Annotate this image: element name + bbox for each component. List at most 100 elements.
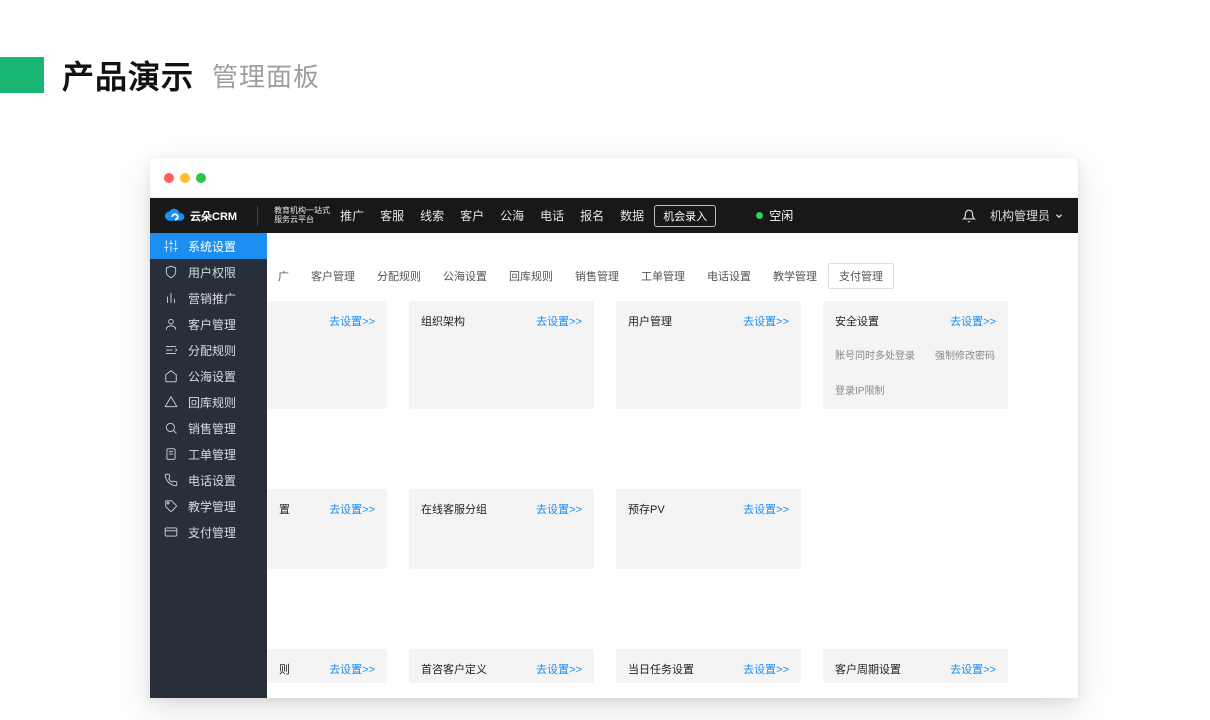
- settings-card: 组织架构去设置>>: [409, 301, 594, 409]
- settings-card: 用户管理 去设置>>: [616, 301, 801, 409]
- sidebar-item-phone[interactable]: 电话设置: [150, 467, 267, 493]
- nav-item[interactable]: 客服: [380, 207, 404, 224]
- settings-card: 首咨客户定义 去设置>>: [409, 649, 594, 683]
- settings-card: 在线客服分组 去设置>>: [409, 489, 594, 569]
- sidebar-item-doc[interactable]: 工单管理: [150, 441, 267, 467]
- minimize-window-button[interactable]: [180, 173, 190, 183]
- chart-icon: [164, 291, 178, 305]
- sidebar-item-label: 教学管理: [188, 498, 236, 515]
- sidebar-item-label: 回库规则: [188, 394, 236, 411]
- settings-card: 置去设置>>: [267, 489, 387, 569]
- maximize-window-button[interactable]: [196, 173, 206, 183]
- sidebar-item-label: 支付管理: [188, 524, 236, 541]
- tab-item[interactable]: 回库规则: [498, 263, 564, 289]
- tab-item[interactable]: 工单管理: [630, 263, 696, 289]
- cards-area: 去设置>>组织架构去设置>>用户管理去设置>>安全设置去设置>>账号同时多处登录…: [267, 301, 1078, 683]
- sidebar: 系统设置用户权限营销推广客户管理分配规则公海设置回库规则销售管理工单管理电话设置…: [150, 233, 267, 698]
- sliders-icon: [164, 239, 178, 253]
- brand-tagline: 教育机构一站式服务云平台: [274, 207, 330, 225]
- nav-item[interactable]: 公海: [500, 207, 524, 224]
- tabs: 广客户管理分配规则公海设置回库规则销售管理工单管理电话设置教学管理支付管理: [267, 233, 1078, 301]
- search-icon: [164, 421, 178, 435]
- card-icon: [164, 525, 178, 539]
- card-title: 在线客服分组: [421, 501, 487, 517]
- tab-item[interactable]: 分配规则: [366, 263, 432, 289]
- status-label: 空闲: [769, 207, 793, 224]
- sidebar-item-chart[interactable]: 营销推广: [150, 285, 267, 311]
- card-title: 则: [279, 661, 290, 677]
- app-window: 云朵CRM 教育机构一站式服务云平台 推广 客服 线索 客户 公海 电话 报名 …: [150, 158, 1078, 698]
- sidebar-item-shield[interactable]: 用户权限: [150, 259, 267, 285]
- sidebar-item-tag[interactable]: 教学管理: [150, 493, 267, 519]
- tab-item[interactable]: 销售管理: [564, 263, 630, 289]
- shield-icon: [164, 265, 178, 279]
- settings-card: 安全设置 去设置>> 账号同时多处登录强制修改密码登录IP限制: [823, 301, 1008, 409]
- sidebar-item-label: 公海设置: [188, 368, 236, 385]
- sidebar-item-label: 营销推广: [188, 290, 236, 307]
- user-label: 机构管理员: [990, 207, 1050, 224]
- go-settings-link[interactable]: 去设置>>: [950, 661, 996, 677]
- tab-item[interactable]: 公海设置: [432, 263, 498, 289]
- nav-item[interactable]: 报名: [580, 207, 604, 224]
- sidebar-item-label: 销售管理: [188, 420, 236, 437]
- status-dot-icon: [756, 212, 763, 219]
- tab-item[interactable]: 客户管理: [300, 263, 366, 289]
- go-settings-link[interactable]: 去设置>>: [743, 501, 789, 517]
- bell-icon[interactable]: [962, 209, 976, 223]
- nav-item[interactable]: 数据: [620, 207, 644, 224]
- go-settings-link[interactable]: 去设置>>: [743, 313, 789, 329]
- settings-card: 去设置>>: [267, 301, 387, 409]
- sidebar-item-user[interactable]: 客户管理: [150, 311, 267, 337]
- go-settings-link[interactable]: 去设置>>: [329, 661, 375, 677]
- nav-item[interactable]: 客户: [460, 207, 484, 224]
- go-settings-link[interactable]: 去设置>>: [950, 313, 996, 329]
- tag-icon: [164, 499, 178, 513]
- cards-row: 去设置>>组织架构去设置>>用户管理去设置>>安全设置去设置>>账号同时多处登录…: [267, 301, 1078, 409]
- topbar-nav: 推广 客服 线索 客户 公海 电话 报名 数据: [340, 207, 644, 224]
- go-settings-link[interactable]: 去设置>>: [743, 661, 789, 677]
- phone-icon: [164, 473, 178, 487]
- tab-item[interactable]: 广: [267, 263, 300, 289]
- close-window-button[interactable]: [164, 173, 174, 183]
- settings-card: 预存PV 去设置>>: [616, 489, 801, 569]
- card-title: 预存PV: [628, 501, 665, 517]
- sidebar-item-label: 电话设置: [188, 472, 236, 489]
- user-menu[interactable]: 机构管理员: [990, 207, 1064, 224]
- go-settings-link[interactable]: 去设置>>: [536, 501, 582, 517]
- doc-icon: [164, 447, 178, 461]
- record-entry-button[interactable]: 机会录入: [654, 205, 716, 227]
- go-settings-link[interactable]: 去设置>>: [329, 313, 375, 329]
- card-title: 当日任务设置: [628, 661, 694, 677]
- nav-item[interactable]: 线索: [420, 207, 444, 224]
- sidebar-item-label: 客户管理: [188, 316, 236, 333]
- sidebar-item-card[interactable]: 支付管理: [150, 519, 267, 545]
- go-settings-link[interactable]: 去设置>>: [329, 501, 375, 517]
- nav-item[interactable]: 推广: [340, 207, 364, 224]
- cloud-icon: [164, 206, 186, 226]
- page-subtitle: 管理面板: [212, 57, 320, 94]
- card-sub: 账号同时多处登录强制修改密码登录IP限制: [835, 347, 996, 397]
- nav-item[interactable]: 电话: [540, 207, 564, 224]
- sidebar-item-home[interactable]: 公海设置: [150, 363, 267, 389]
- window-controls: [150, 158, 1078, 198]
- card-title: 首咨客户定义: [421, 661, 487, 677]
- chevron-down-icon: [1054, 211, 1064, 221]
- go-settings-link[interactable]: 去设置>>: [536, 313, 582, 329]
- rule-icon: [164, 343, 178, 357]
- sidebar-item-rule[interactable]: 分配规则: [150, 337, 267, 363]
- sidebar-item-label: 分配规则: [188, 342, 236, 359]
- sidebar-item-cycle[interactable]: 回库规则: [150, 389, 267, 415]
- card-title: 安全设置: [835, 313, 879, 329]
- sidebar-item-sliders[interactable]: 系统设置: [150, 233, 267, 259]
- sidebar-item-label: 用户权限: [188, 264, 236, 281]
- card-title: 用户管理: [628, 313, 672, 329]
- topbar: 云朵CRM 教育机构一站式服务云平台 推广 客服 线索 客户 公海 电话 报名 …: [150, 198, 1078, 233]
- page-title: 产品演示: [62, 52, 194, 98]
- sidebar-item-search[interactable]: 销售管理: [150, 415, 267, 441]
- card-sub-item: 账号同时多处登录: [835, 347, 915, 362]
- tab-item[interactable]: 电话设置: [696, 263, 762, 289]
- tab-item[interactable]: 支付管理: [828, 263, 894, 289]
- go-settings-link[interactable]: 去设置>>: [536, 661, 582, 677]
- tab-item[interactable]: 教学管理: [762, 263, 828, 289]
- content: 广客户管理分配规则公海设置回库规则销售管理工单管理电话设置教学管理支付管理 去设…: [267, 233, 1078, 698]
